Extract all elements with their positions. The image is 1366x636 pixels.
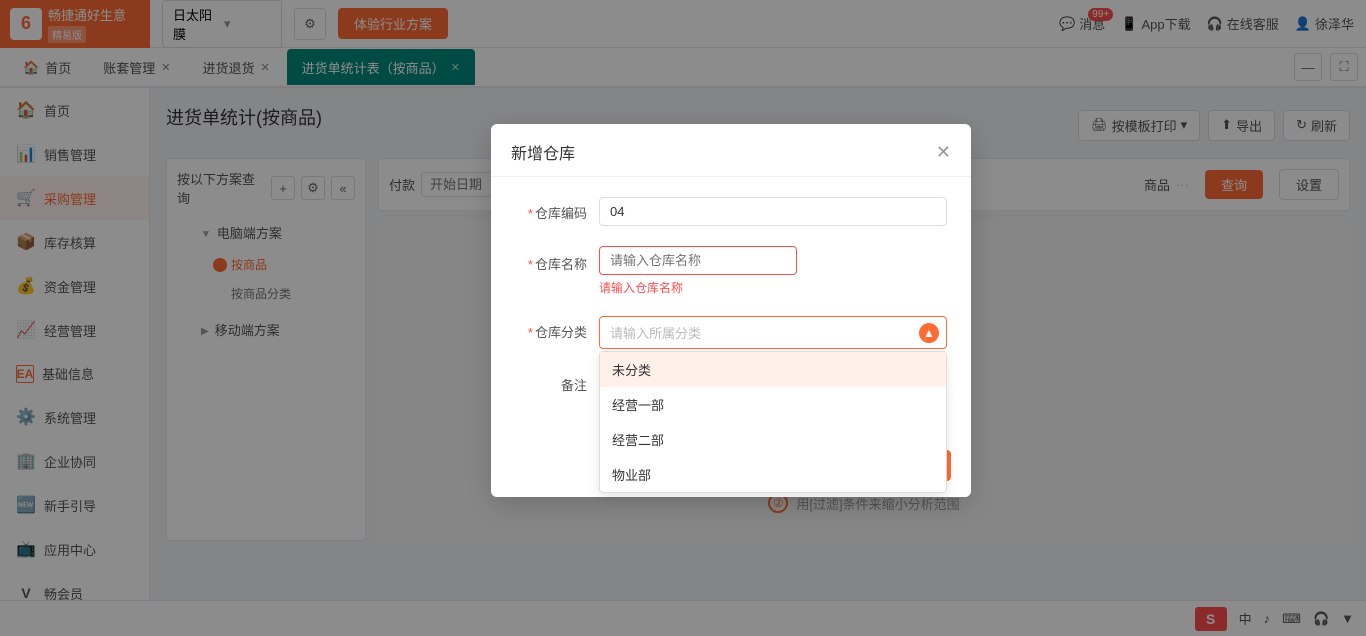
option-uncategorized[interactable]: 未分类 (600, 352, 946, 387)
category-dropdown-trigger[interactable]: 请输入所属分类 ▲ (599, 316, 947, 349)
category-dropdown-list: 未分类 经营一部 经营二部 物业部 (599, 351, 947, 493)
form-row-category: 仓库分类 请输入所属分类 ▲ 未分类 经营一部 经营二部 物业部 (515, 316, 947, 349)
modal-title: 新增仓库 (511, 140, 575, 164)
form-row-code: 仓库编码 (515, 197, 947, 226)
warehouse-name-input[interactable] (599, 246, 797, 275)
modal-body: 仓库编码 仓库名称 请输入仓库名称 仓库分类 请输入所属分类 ▲ (491, 177, 971, 438)
category-chevron-up: ▲ (919, 323, 939, 343)
name-label: 仓库名称 (515, 248, 587, 273)
option-dept1[interactable]: 经营一部 (600, 387, 946, 422)
name-input-row: 仓库名称 (515, 246, 797, 275)
category-label: 仓库分类 (515, 316, 587, 341)
option-dept2[interactable]: 经营二部 (600, 422, 946, 457)
code-label: 仓库编码 (515, 197, 587, 222)
add-warehouse-modal: 新增仓库 ✕ 仓库编码 仓库名称 请输入仓库名称 仓库分类 请输入所属分类 ▲ (491, 124, 971, 497)
modal-header: 新增仓库 ✕ (491, 124, 971, 177)
name-error-msg: 请输入仓库名称 (599, 281, 683, 295)
warehouse-code-input[interactable] (599, 197, 947, 226)
category-field-wrap: 请输入所属分类 ▲ 未分类 经营一部 经营二部 物业部 (599, 316, 947, 349)
notes-label: 备注 (515, 369, 587, 394)
option-property[interactable]: 物业部 (600, 457, 946, 492)
modal-close-button[interactable]: ✕ (936, 142, 951, 163)
name-error-row: 请输入仓库名称 (515, 279, 683, 296)
form-row-name: 仓库名称 请输入仓库名称 (515, 246, 947, 296)
